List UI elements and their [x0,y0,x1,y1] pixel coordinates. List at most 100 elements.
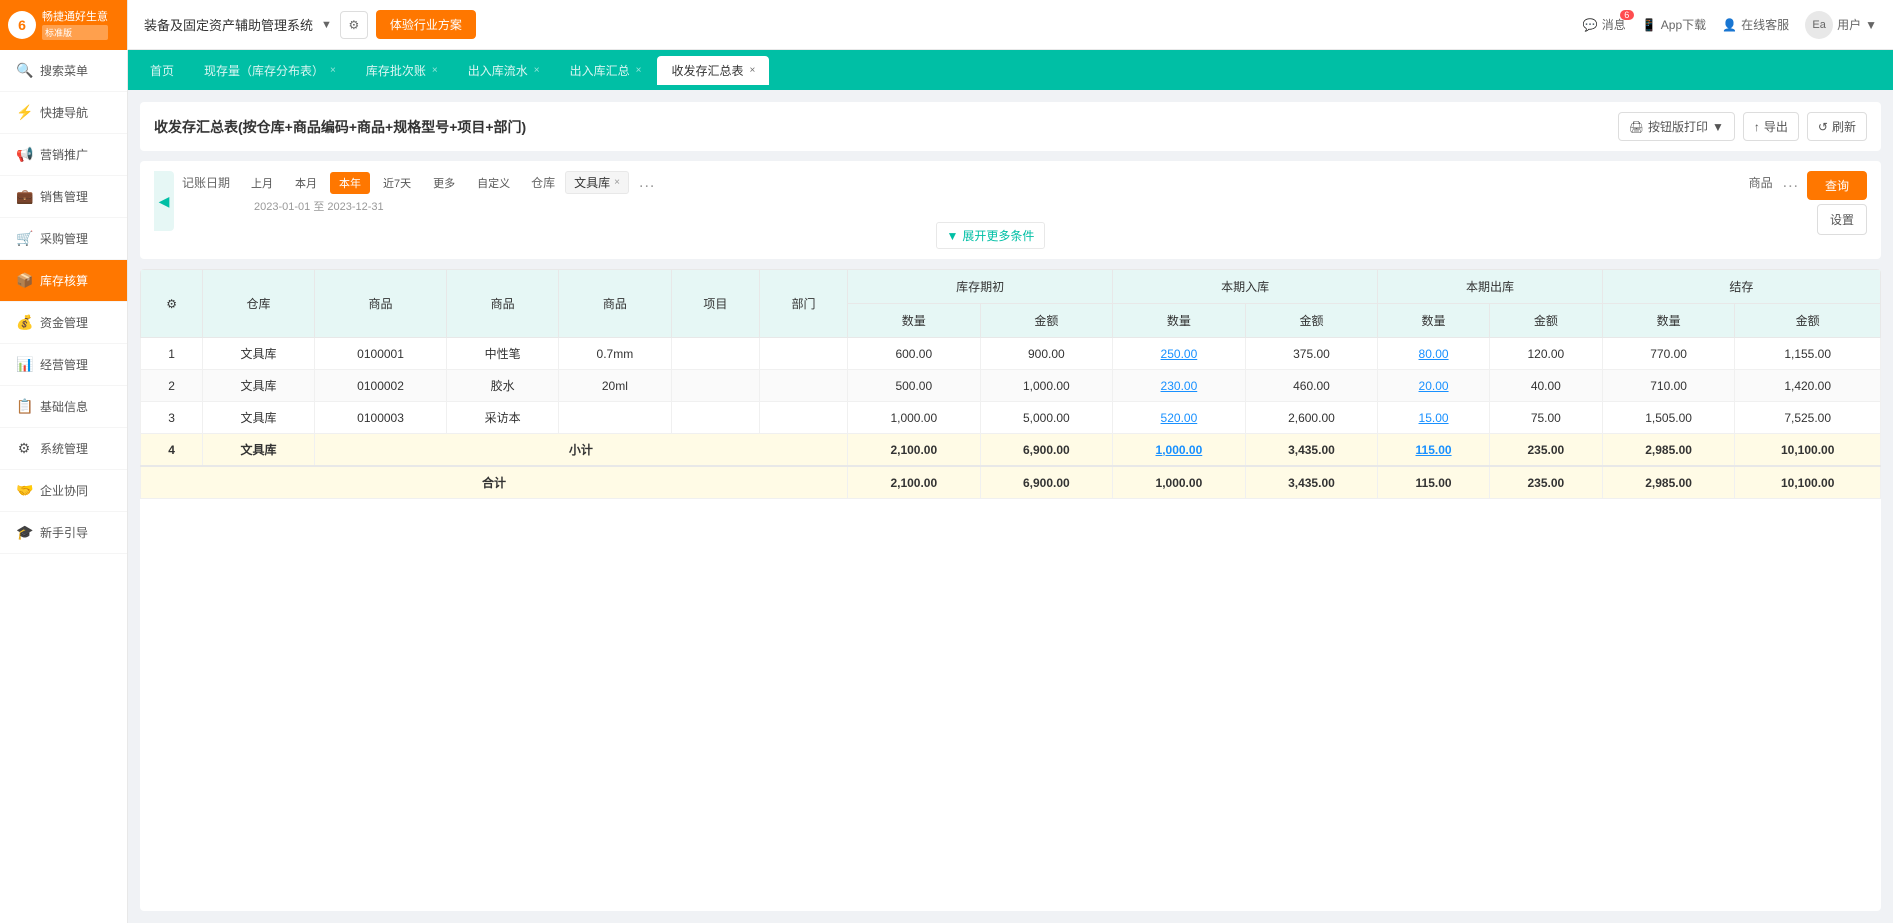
phone-icon: 📱 [1642,18,1657,32]
system-title: 装备及固定资产辅助管理系统 [144,15,313,34]
expand-row: ▼ 展开更多条件 [182,222,1799,249]
th-closing-group: 结存 [1602,270,1880,304]
set-button[interactable]: 设置 [1817,204,1867,235]
sidebar-item-0[interactable]: 🔍搜索菜单 [0,50,127,92]
th-settings[interactable]: ⚙ [141,270,203,338]
sub-in-qty-link[interactable]: 1,000.00 [1156,443,1203,457]
warehouse-tag[interactable]: 文具库 × [565,171,629,194]
th-in-group: 本期入库 [1113,270,1378,304]
sidebar-icon-9: ⚙ [16,440,32,457]
sidebar-item-4[interactable]: 🛒 采购管理 [0,218,127,260]
sidebar-icon-10: 🤝 [16,482,32,499]
tab-4[interactable]: 出入库汇总 × [556,56,656,85]
out-qty-link[interactable]: 80.00 [1419,347,1449,361]
logo-text: 畅捷通好生意 标准版 [42,10,108,39]
sidebar-logo: 6 畅捷通好生意 标准版 [0,0,127,50]
sidebar-item-5[interactable]: 📦库存核算 [0,260,127,302]
th-out-amount: 金额 [1489,304,1602,338]
sidebar-item-2[interactable]: 📢营销推广 [0,134,127,176]
tab-label-2: 库存批次账 [366,62,426,79]
sidebar-label-4: 采购管理 [40,230,88,247]
th-in-qty: 数量 [1113,304,1246,338]
tab-0[interactable]: 首页 [136,56,188,85]
sidebar-label-6: 资金管理 [40,314,88,331]
system-dropdown[interactable]: ▼ [321,19,332,31]
date-btn-上月[interactable]: 上月 [242,172,282,194]
expand-button[interactable]: ▼ 展开更多条件 [936,222,1046,249]
sidebar-item-7[interactable]: 📊经营管理 [0,344,127,386]
settings-icon: ⚙ [166,297,177,311]
tab-2[interactable]: 库存批次账 × [352,56,452,85]
date-range-text: 2023-01-01 至 2023-12-31 [254,201,384,213]
service-icon: 👤 [1722,18,1737,32]
sidebar-item-11[interactable]: 🎓 新手引导 [0,512,127,554]
footer-opening-qty: 2,100.00 [848,466,981,499]
sidebar-icon-11: 🎓 [16,524,32,541]
sub-out-qty-link[interactable]: 115.00 [1416,443,1452,457]
tab-5[interactable]: 收发存汇总表× [657,56,769,85]
tab-close-5[interactable]: × [749,65,755,76]
sidebar-item-6[interactable]: 💰资金管理 [0,302,127,344]
tab-close-3[interactable]: × [534,65,540,76]
tab-close-2[interactable]: × [432,65,438,76]
collapse-arrow[interactable]: ◀ [154,171,174,231]
th-opening-qty: 数量 [848,304,981,338]
top-header-right: 💬 消息 6 📱 App下载 👤 在线客服 Ea 用户 ▼ [1583,11,1877,39]
print-icon: 🖨 [1629,120,1644,134]
tab-label-4: 出入库汇总 [570,62,630,79]
export-button[interactable]: ↑ 导出 [1743,112,1799,141]
warehouse-tag-close[interactable]: × [614,177,620,188]
tab-1[interactable]: 现存量（库存分布表）× [190,56,350,85]
tab-close-4[interactable]: × [636,65,642,76]
date-btn-本年[interactable]: 本年 [330,172,370,194]
th-department: 部门 [759,270,847,338]
query-button[interactable]: 查询 [1807,171,1867,200]
date-btn-更多[interactable]: 更多 [424,172,464,194]
out-qty-link[interactable]: 15.00 [1419,411,1449,425]
avatar: Ea [1805,11,1833,39]
subtotal-row: 4 文具库 小计 2,100.00 6,900.00 1,000.00 3,43… [141,434,1881,467]
sidebar-item-10[interactable]: 🤝 企业协同 [0,470,127,512]
out-qty-link[interactable]: 20.00 [1419,379,1449,393]
tab-close-1[interactable]: × [330,65,336,76]
sidebar-item-9[interactable]: ⚙系统管理 [0,428,127,470]
sidebar-label-8: 基础信息 [40,398,88,415]
product-more-dots[interactable]: ... [1783,174,1799,192]
in-qty-link[interactable]: 250.00 [1161,347,1198,361]
date-btn-近7天[interactable]: 近7天 [374,172,420,194]
messages-item[interactable]: 💬 消息 6 [1583,16,1626,33]
sidebar-label-7: 经营管理 [40,356,88,373]
online-service-item[interactable]: 👤 在线客服 [1722,16,1789,33]
product-label: 商品 [1749,174,1773,191]
sidebar-label-3: 销售管理 [40,188,88,205]
sidebar-item-3[interactable]: 💼销售管理 [0,176,127,218]
sidebar-icon-4: 🛒 [16,230,32,247]
sidebar-label-11: 新手引导 [40,524,88,541]
print-button[interactable]: 🖨 按钮版打印 ▼ [1618,112,1735,141]
sidebar-item-1[interactable]: ⚡快捷导航 [0,92,127,134]
app-download-item[interactable]: 📱 App下载 [1642,16,1706,33]
in-qty-link[interactable]: 230.00 [1161,379,1198,393]
footer-out-amount: 235.00 [1489,466,1602,499]
message-icon: 💬 [1583,18,1598,32]
footer-in-amount: 3,435.00 [1245,466,1378,499]
sidebar-label-10: 企业协同 [40,482,88,499]
date-btn-自定义[interactable]: 自定义 [468,172,519,194]
try-button[interactable]: 体验行业方案 [376,10,476,39]
user-item[interactable]: Ea 用户 ▼ [1805,11,1877,39]
refresh-button[interactable]: ↺ 刷新 [1807,112,1867,141]
sidebar-label-2: 营销推广 [40,146,88,163]
tab-3[interactable]: 出入库流水× [454,56,554,85]
in-qty-link[interactable]: 520.00 [1161,411,1198,425]
th-out-group: 本期出库 [1378,270,1603,304]
footer-out-qty: 115.00 [1378,466,1490,499]
warehouse-more-dots[interactable]: ... [639,174,655,192]
date-buttons: 上月本月本年近7天更多自定义 [242,172,519,194]
footer-opening-amount: 6,900.00 [980,466,1113,499]
refresh-icon: ↺ [1818,120,1828,134]
th-in-amount: 金额 [1245,304,1378,338]
th-product-spec: 商品 [558,270,671,338]
sidebar-item-8[interactable]: 📋基础信息 [0,386,127,428]
date-btn-本月[interactable]: 本月 [286,172,326,194]
settings-button[interactable]: ⚙ [340,11,368,39]
